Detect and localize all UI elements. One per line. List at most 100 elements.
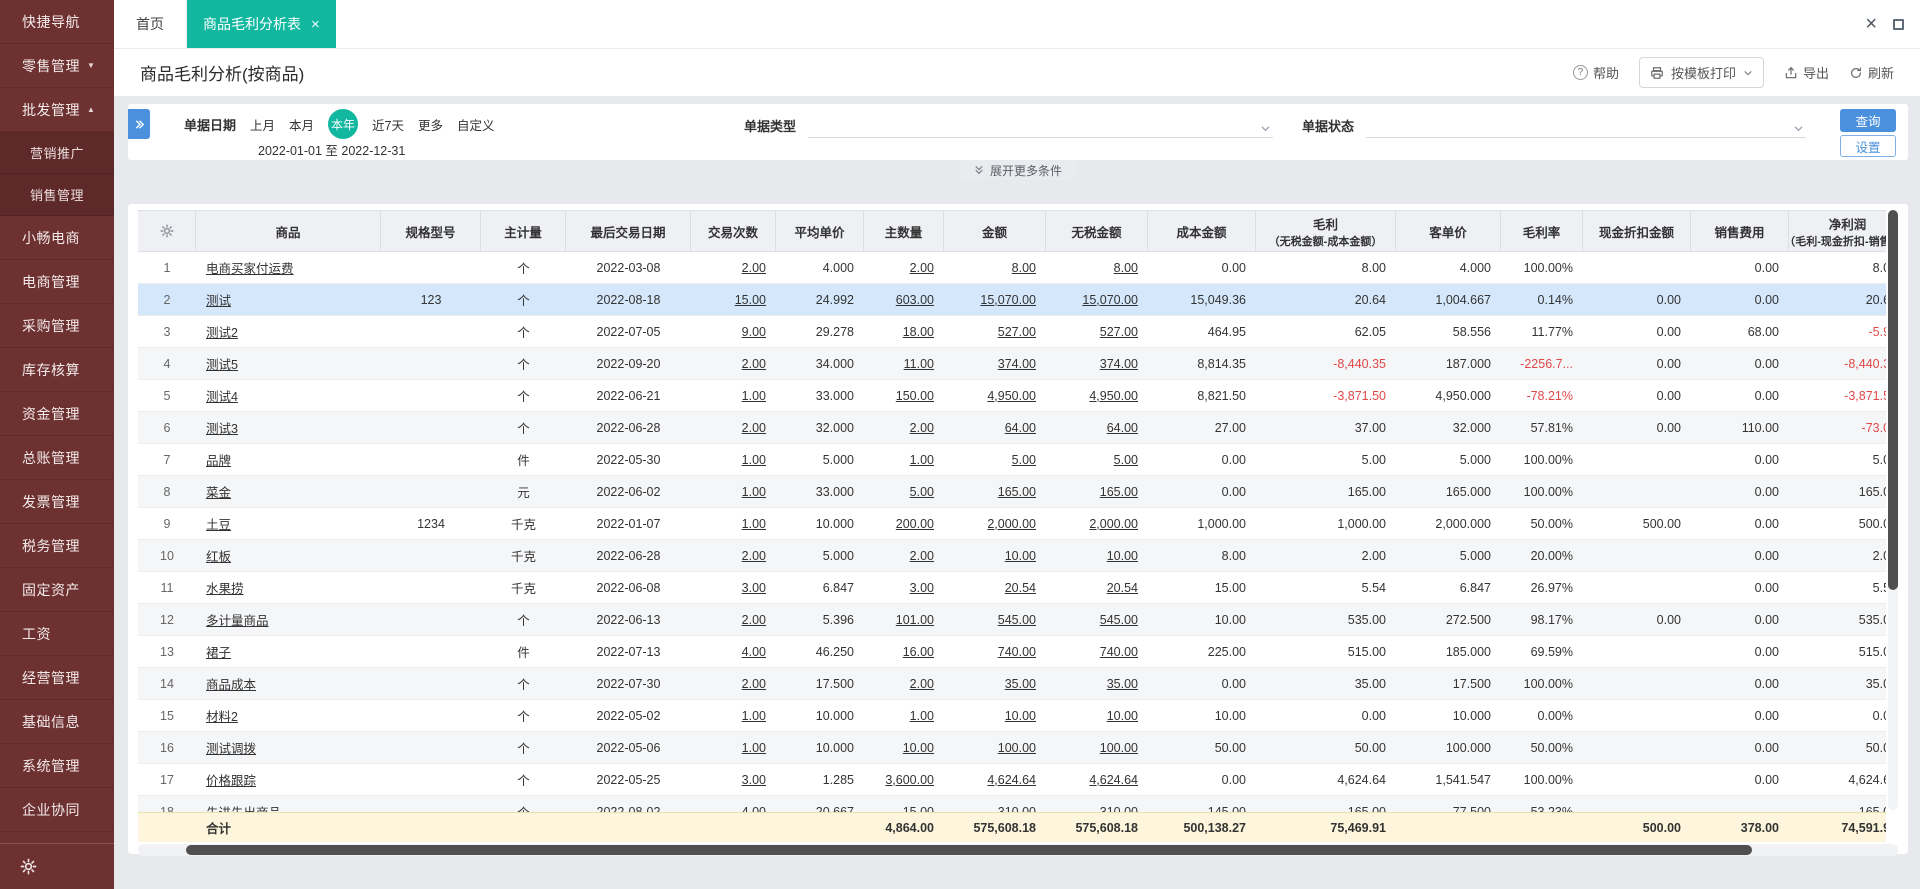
table-row[interactable]: 5 测试4 个 2022-06-21 1.00 33.000 150.00 4,950.00 4… [138, 380, 1886, 412]
header-cell[interactable]: 平均单价 [776, 211, 864, 251]
table-row[interactable]: 18 先进先出商品 个 2022-08-02 4.00 20.667 15.00 310.00… [138, 796, 1886, 812]
table-row[interactable]: 15 材料2 个 2022-05-02 1.00 10.000 1.00 10.00 10.00… [138, 700, 1886, 732]
cell-link[interactable]: 20.54 [1005, 581, 1036, 595]
cell-link[interactable]: 测试4 [206, 386, 238, 405]
cell-link[interactable]: 8.00 [1114, 261, 1138, 275]
sidebar-item[interactable]: 资金管理 [0, 392, 114, 436]
cell-link[interactable]: 菜金 [206, 482, 231, 501]
cell-link[interactable]: 5.00 [1114, 453, 1138, 467]
date-range-text[interactable]: 2022-01-01 至 2022-12-31 [258, 140, 495, 159]
header-cell[interactable]: 交易次数 [691, 211, 776, 251]
header-cell[interactable]: 成本金额 [1148, 211, 1256, 251]
header-cell[interactable]: 现金折扣金额 [1583, 211, 1691, 251]
header-cell[interactable]: 客单价 [1396, 211, 1501, 251]
export-button[interactable]: 导出 [1784, 63, 1829, 82]
cell-link[interactable]: 545.00 [998, 613, 1036, 627]
cell-link[interactable]: 15.00 [903, 805, 934, 813]
table-row[interactable]: 12 多计量商品 个 2022-06-13 2.00 5.396 101.00 545.00 5… [138, 604, 1886, 636]
cell-link[interactable]: 4.00 [742, 645, 766, 659]
sidebar-item[interactable]: 税务管理 [0, 524, 114, 568]
column-settings-cell[interactable] [138, 211, 196, 251]
tab-product-profit-report[interactable]: 商品毛利分析表 × [187, 0, 336, 48]
cell-link[interactable]: 材料2 [206, 706, 238, 725]
header-cell[interactable]: 主数量 [864, 211, 944, 251]
cell-link[interactable]: 4.00 [742, 805, 766, 813]
date-option[interactable]: 自定义 [457, 115, 495, 134]
sidebar-item[interactable]: 采购管理 [0, 304, 114, 348]
expand-more-button[interactable]: 展开更多条件 [959, 160, 1076, 180]
cell-link[interactable]: 8.00 [1012, 261, 1036, 275]
cell-link[interactable]: 测试3 [206, 418, 238, 437]
table-row[interactable]: 8 菜金 元 2022-06-02 1.00 33.000 5.00 165.00 165.00… [138, 476, 1886, 508]
cell-link[interactable]: 10.00 [1107, 549, 1138, 563]
header-cell[interactable]: 净利润 （毛利-现金折扣-销售费... [1789, 211, 1886, 251]
gear-icon[interactable] [20, 858, 37, 875]
cell-link[interactable]: 4,624.64 [987, 773, 1036, 787]
cell-link[interactable]: 2.00 [742, 613, 766, 627]
date-option[interactable]: 本年 [328, 109, 359, 139]
cell-link[interactable]: 品牌 [206, 450, 231, 469]
cell-link[interactable]: 165.00 [998, 485, 1036, 499]
table-row[interactable]: 11 水果捞 千克 2022-06-08 3.00 6.847 3.00 20.54 20.54… [138, 572, 1886, 604]
cell-link[interactable]: 4,624.64 [1089, 773, 1138, 787]
cell-link[interactable]: 740.00 [1100, 645, 1138, 659]
horizontal-scroll-thumb[interactable] [186, 845, 1753, 855]
cell-link[interactable]: 374.00 [1100, 357, 1138, 371]
cell-link[interactable]: 水果捞 [206, 578, 244, 597]
date-option[interactable]: 本月 [289, 115, 314, 134]
sidebar-item[interactable]: 系统管理 [0, 744, 114, 788]
cell-link[interactable]: 15.00 [735, 293, 766, 307]
cell-link[interactable]: 2,000.00 [987, 517, 1036, 531]
vertical-scrollbar[interactable] [1888, 210, 1898, 810]
cell-link[interactable]: 10.00 [1005, 549, 1036, 563]
cell-link[interactable]: 红板 [206, 546, 231, 565]
cell-link[interactable]: 1.00 [742, 453, 766, 467]
cell-link[interactable]: 1.00 [742, 709, 766, 723]
cell-link[interactable]: 603.00 [896, 293, 934, 307]
tab-home[interactable]: 首页 [114, 0, 187, 48]
cell-link[interactable]: 3.00 [742, 773, 766, 787]
header-cell[interactable]: 商品 [196, 211, 381, 251]
cell-link[interactable]: 5.00 [910, 485, 934, 499]
table-row[interactable]: 17 价格跟踪 个 2022-05-25 3.00 1.285 3,600.00 4,624.… [138, 764, 1886, 796]
window-maximize-icon[interactable] [1893, 18, 1904, 30]
print-dropdown-chevron-icon[interactable] [1743, 68, 1753, 78]
vertical-scroll-thumb[interactable] [1888, 210, 1898, 590]
cell-link[interactable]: 20.54 [1107, 581, 1138, 595]
cell-link[interactable]: 1.00 [742, 517, 766, 531]
cell-link[interactable]: 310.00 [998, 805, 1036, 813]
cell-link[interactable]: 11.00 [904, 357, 934, 371]
cell-link[interactable]: 4,950.00 [1089, 389, 1138, 403]
sidebar-item[interactable]: 基础信息 [0, 700, 114, 744]
query-button[interactable]: 查询 [1840, 109, 1896, 132]
cell-link[interactable]: 2.00 [742, 677, 766, 691]
cell-link[interactable]: 165.00 [1100, 485, 1138, 499]
cell-link[interactable]: 310.00 [1100, 805, 1138, 813]
cell-link[interactable]: 先进先出商品 [206, 802, 281, 812]
sidebar-item[interactable]: 工资 [0, 612, 114, 656]
cell-link[interactable]: 15,070.00 [980, 293, 1036, 307]
table-row[interactable]: 10 红板 千克 2022-06-28 2.00 5.000 2.00 10.00 10.00 8… [138, 540, 1886, 572]
cell-link[interactable]: 10.00 [1107, 709, 1138, 723]
cell-link[interactable]: 2.00 [910, 677, 934, 691]
cell-link[interactable]: 测试2 [206, 322, 238, 341]
cell-link[interactable]: 35.00 [1005, 677, 1036, 691]
refresh-button[interactable]: 刷新 [1849, 63, 1894, 82]
cell-link[interactable]: 1.00 [742, 485, 766, 499]
cell-link[interactable]: 64.00 [1005, 421, 1036, 435]
table-row[interactable]: 6 测试3 个 2022-06-28 2.00 32.000 2.00 64.00 64.00 2… [138, 412, 1886, 444]
date-option[interactable]: 近7天 [372, 115, 404, 134]
cell-link[interactable]: 2.00 [742, 549, 766, 563]
cell-link[interactable]: 18.00 [903, 325, 934, 339]
settings-button[interactable]: 设置 [1840, 135, 1896, 157]
cell-link[interactable]: 2.00 [910, 549, 934, 563]
window-close-icon[interactable]: × [1865, 14, 1877, 34]
cell-link[interactable]: 多计量商品 [206, 610, 269, 629]
cell-link[interactable]: 740.00 [998, 645, 1036, 659]
table-row[interactable]: 13 裙子 件 2022-07-13 4.00 46.250 16.00 740.00 740.… [138, 636, 1886, 668]
sidebar-item[interactable]: 小畅电商 [0, 216, 114, 260]
cell-link[interactable]: 2,000.00 [1089, 517, 1138, 531]
cell-link[interactable]: 3.00 [742, 581, 766, 595]
cell-link[interactable]: 527.00 [1100, 325, 1138, 339]
cell-link[interactable]: 4,950.00 [987, 389, 1036, 403]
